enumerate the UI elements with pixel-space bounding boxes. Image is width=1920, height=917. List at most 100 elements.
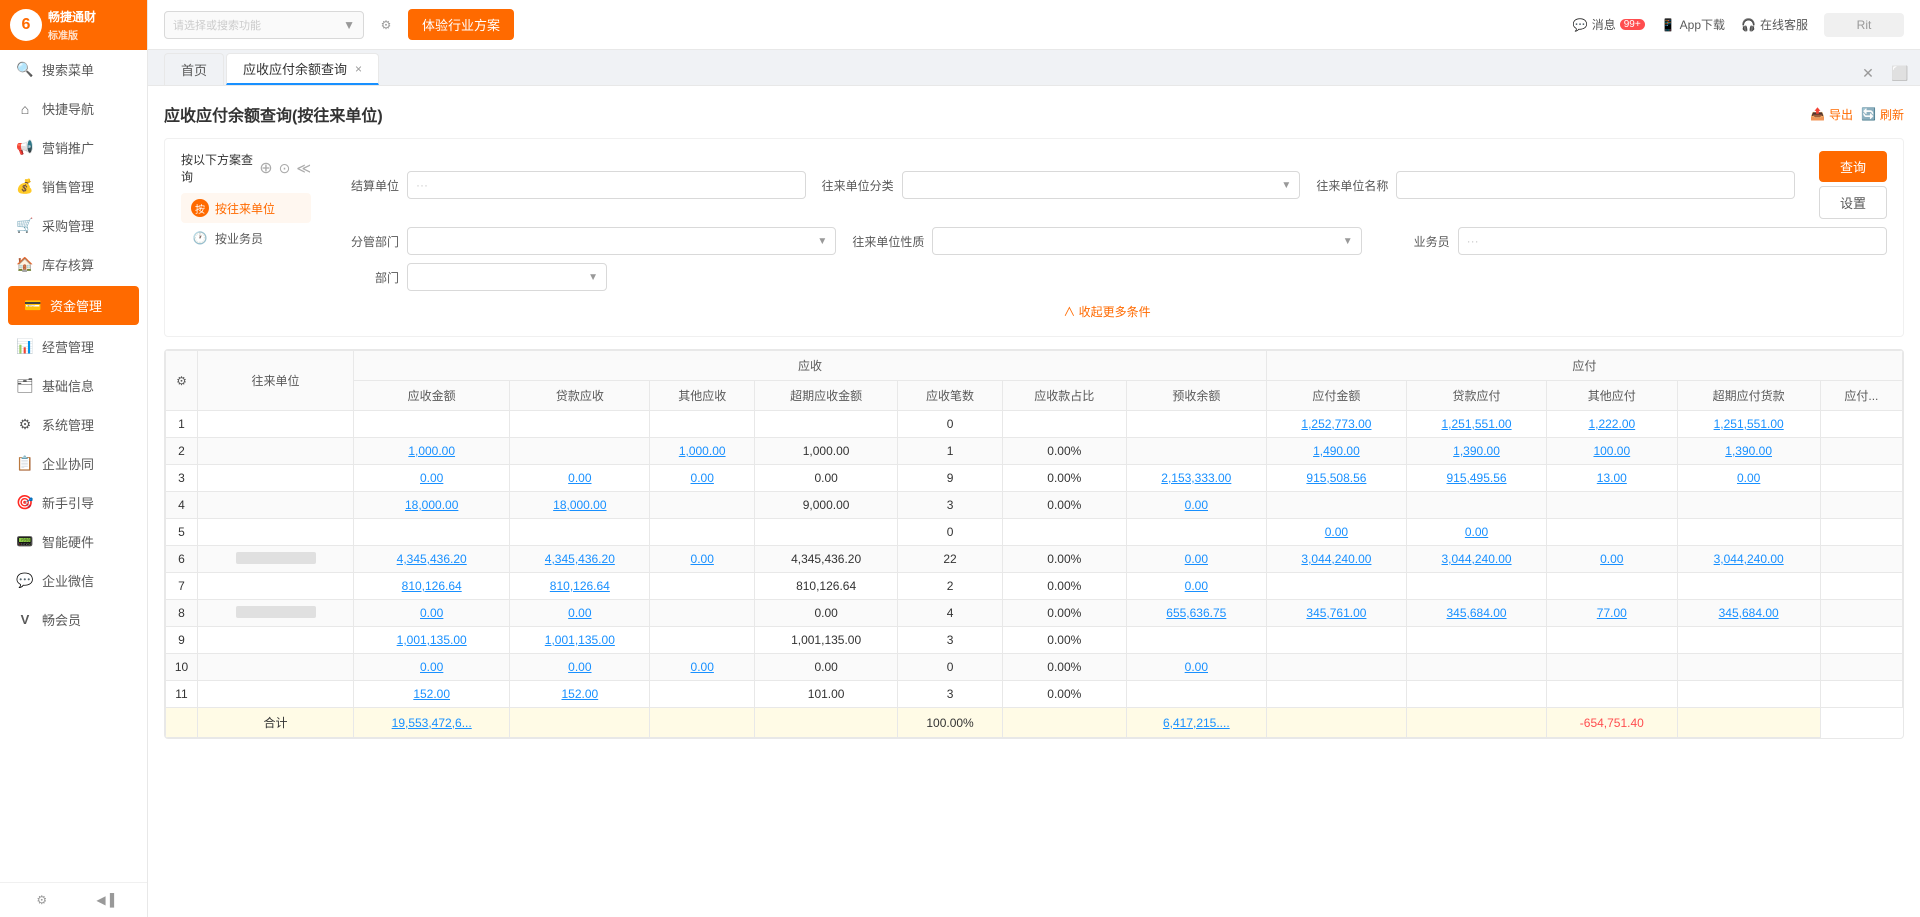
table-cell[interactable]: 810,126.64 xyxy=(510,573,650,600)
edit-scheme-icon[interactable]: ⊙ xyxy=(279,160,291,177)
sidebar-item-search[interactable]: 🔍 搜索菜单 xyxy=(0,50,147,89)
table-cell[interactable]: 0.00 xyxy=(1677,465,1820,492)
sidebar-item-finance[interactable]: 💳 资金管理 xyxy=(8,286,139,325)
sidebar-item-purchase[interactable]: 🛒 采购管理 xyxy=(0,206,147,245)
table-cell[interactable]: 152.00 xyxy=(354,681,510,708)
table-cell[interactable]: 4,345,436.20 xyxy=(354,546,510,573)
table-cell[interactable]: 1,222.00 xyxy=(1547,411,1677,438)
wanglai-mingcheng-input[interactable] xyxy=(1396,171,1795,199)
table-cell[interactable]: 345,684.00 xyxy=(1406,600,1546,627)
sidebar-item-system[interactable]: ⚙ 系统管理 xyxy=(0,405,147,444)
table-cell[interactable]: 0.00 xyxy=(354,465,510,492)
table-cell[interactable]: 345,684.00 xyxy=(1677,600,1820,627)
table-cell[interactable]: 18,000.00 xyxy=(354,492,510,519)
table-cell[interactable]: 0.00 xyxy=(510,465,650,492)
table-cell[interactable]: 0.00 xyxy=(1126,573,1266,600)
table-cell[interactable]: 655,636.75 xyxy=(1126,600,1266,627)
table-cell[interactable]: 0.00 xyxy=(354,654,510,681)
table-cell[interactable]: 345,761.00 xyxy=(1266,600,1406,627)
sidebar-item-wechat[interactable]: 💬 企业微信 xyxy=(0,561,147,600)
table-cell[interactable]: 1,390.00 xyxy=(1406,438,1546,465)
scheme-more-icon[interactable]: ≪ xyxy=(296,160,311,177)
refresh-btn[interactable]: 🔄 刷新 xyxy=(1861,106,1904,123)
table-cell[interactable]: 77.00 xyxy=(1547,600,1677,627)
query-btn[interactable]: 查询 xyxy=(1819,151,1887,182)
table-cell[interactable]: 0.00 xyxy=(1126,492,1266,519)
breadcrumb-dropdown[interactable]: 请选择或搜索功能 ▼ xyxy=(164,11,364,39)
table-cell[interactable]: 0.00 xyxy=(1547,546,1677,573)
collapse-btn[interactable]: ∧ 收起更多条件 xyxy=(327,299,1887,324)
bumen-input[interactable]: ▼ xyxy=(407,263,607,291)
scheme-wanglai[interactable]: 按 按往来单位 xyxy=(181,193,311,223)
app-download-btn[interactable]: 📱 App下载 xyxy=(1661,16,1725,33)
table-cell[interactable]: 0.00 xyxy=(650,654,755,681)
sidebar-item-inventory[interactable]: 🏠 库存核算 xyxy=(0,245,147,284)
sidebar-item-basic[interactable]: 🗂 基础信息 xyxy=(0,366,147,405)
table-cell[interactable]: 1,001,135.00 xyxy=(510,627,650,654)
set-btn[interactable]: 设置 xyxy=(1819,186,1887,219)
sidebar-item-member[interactable]: V 畅会员 xyxy=(0,600,147,639)
sidebar-item-hardware[interactable]: 📟 智能硬件 xyxy=(0,522,147,561)
table-cell[interactable]: 810,126.64 xyxy=(354,573,510,600)
table-cell[interactable]: 0.00 xyxy=(650,546,755,573)
tab-maximize-btn[interactable]: ⬜ xyxy=(1888,61,1912,85)
tab-active[interactable]: 应收应付余额查询 × xyxy=(226,53,379,85)
sidebar-item-quicknav[interactable]: ⌂ 快捷导航 xyxy=(0,89,147,128)
table-cell[interactable]: 4,345,436.20 xyxy=(510,546,650,573)
tab-close-window-btn[interactable]: ✕ xyxy=(1856,61,1880,85)
table-cell[interactable]: 1,490.00 xyxy=(1266,438,1406,465)
table-cell[interactable]: 1,390.00 xyxy=(1677,438,1820,465)
scheme-yewuyuan[interactable]: 🕐 按业务员 xyxy=(181,223,311,253)
table-cell xyxy=(650,573,755,600)
table-cell[interactable]: 2,153,333.00 xyxy=(1126,465,1266,492)
tab-close-btn[interactable]: × xyxy=(355,62,362,76)
table-cell[interactable]: 152.00 xyxy=(510,681,650,708)
sidebar-item-operation[interactable]: 📊 经营管理 xyxy=(0,327,147,366)
table-cell[interactable]: 0.00 xyxy=(1266,519,1406,546)
table-cell[interactable]: 1,251,551.00 xyxy=(1406,411,1546,438)
table-cell[interactable]: 1,000.00 xyxy=(650,438,755,465)
yewuyuan-input[interactable] xyxy=(1458,227,1887,255)
table-cell[interactable]: 0.00 xyxy=(354,600,510,627)
sidebar-item-corp[interactable]: 📋 企业协同 xyxy=(0,444,147,483)
user-avatar[interactable]: Rit xyxy=(1824,13,1904,37)
topbar-gear-btn[interactable]: ⚙ xyxy=(372,11,400,39)
table-cell[interactable]: 0.00 xyxy=(650,465,755,492)
table-cell[interactable]: 18,000.00 xyxy=(510,492,650,519)
sidebar-collapse-btn[interactable]: ◀▐ xyxy=(74,893,138,907)
sidebar-item-sales[interactable]: 💰 销售管理 xyxy=(0,167,147,206)
table-cell[interactable]: 0.00 xyxy=(1126,654,1266,681)
online-service-btn[interactable]: 🎧 在线客服 xyxy=(1741,16,1808,33)
table-settings-th[interactable]: ⚙ xyxy=(166,351,198,411)
table-cell[interactable]: 0.00 xyxy=(510,600,650,627)
table-cell[interactable]: 1,252,773.00 xyxy=(1266,411,1406,438)
message-btn[interactable]: 💬 消息 99+ xyxy=(1573,16,1645,33)
table-cell[interactable]: 1,251,551.00 xyxy=(1677,411,1820,438)
table-cell[interactable]: 915,508.56 xyxy=(1266,465,1406,492)
tab-home[interactable]: 首页 xyxy=(164,53,224,85)
table-cell[interactable]: 3,044,240.00 xyxy=(1406,546,1546,573)
solution-btn[interactable]: 体验行业方案 xyxy=(408,9,514,40)
table-cell[interactable]: 1,000.00 xyxy=(354,438,510,465)
sidebar-settings-btn[interactable]: ⚙ xyxy=(10,893,74,907)
fenguan-bumen-input[interactable]: ▼ xyxy=(407,227,836,255)
table-cell[interactable]: 0.00 xyxy=(1406,519,1546,546)
table-cell[interactable]: 1,001,135.00 xyxy=(354,627,510,654)
jiesuan-danwei-input[interactable] xyxy=(407,171,806,199)
total-receivable-amount[interactable]: 19,553,472,6... xyxy=(354,708,510,738)
table-cell[interactable]: 100.00 xyxy=(1547,438,1677,465)
export-btn[interactable]: 📤 导出 xyxy=(1810,106,1853,123)
table-cell[interactable]: 3,044,240.00 xyxy=(1677,546,1820,573)
add-scheme-icon[interactable]: ⊕ xyxy=(259,158,272,178)
table-cell[interactable]: 0.00 xyxy=(1126,546,1266,573)
sidebar-item-guide[interactable]: 🎯 新手引导 xyxy=(0,483,147,522)
table-settings-icon[interactable]: ⚙ xyxy=(176,374,187,388)
table-cell[interactable]: 13.00 xyxy=(1547,465,1677,492)
table-cell[interactable]: 0.00 xyxy=(510,654,650,681)
sidebar-item-marketing[interactable]: 📢 营销推广 xyxy=(0,128,147,167)
wanglai-xingzhi-input[interactable]: ▼ xyxy=(932,227,1361,255)
wanglai-fenlei-input[interactable]: ▼ xyxy=(902,171,1301,199)
table-cell[interactable]: 3,044,240.00 xyxy=(1266,546,1406,573)
total-payable-amount[interactable]: 6,417,215.... xyxy=(1126,708,1266,738)
table-cell[interactable]: 915,495.56 xyxy=(1406,465,1546,492)
